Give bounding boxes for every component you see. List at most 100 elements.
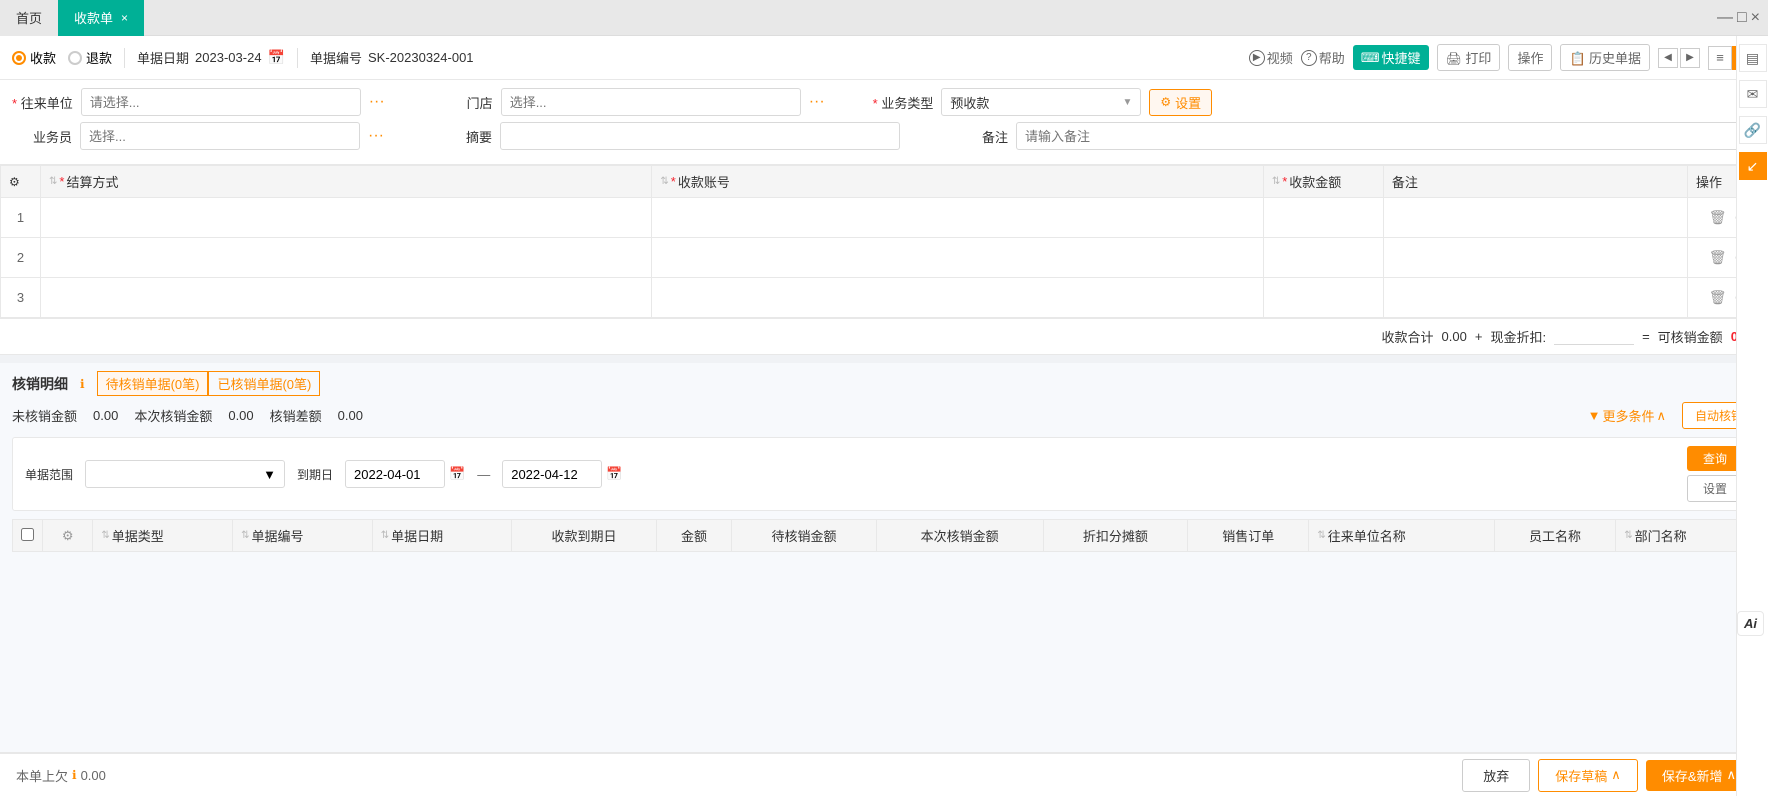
sidebar-edit-icon[interactable]: ↙ (1739, 152, 1767, 180)
print-button[interactable]: 🖨 打印 (1437, 44, 1501, 71)
maximize-button[interactable]: □ (1737, 9, 1747, 27)
sidebar-link-icon[interactable]: 🔗 (1739, 116, 1767, 144)
current-value: 0.00 (228, 408, 253, 423)
help-link[interactable]: ? 帮助 (1301, 48, 1345, 67)
ai-badge[interactable]: Ai (1737, 611, 1764, 636)
video-link[interactable]: ▶ 视频 (1249, 48, 1293, 67)
store-more-icon[interactable]: ··· (809, 93, 825, 111)
unverified-value: 0.00 (93, 408, 118, 423)
type-radio-group: 收款 退款 (12, 48, 112, 67)
summary-input[interactable] (500, 122, 900, 150)
ops-button[interactable]: 操作 (1508, 44, 1552, 71)
tab-shoukuan[interactable]: 收款单 × (58, 0, 144, 36)
sidebar-table-icon[interactable]: ▤ (1739, 44, 1767, 72)
cell-amount-3[interactable] (1263, 278, 1383, 318)
tab-done[interactable]: 已核销单据(0笔) (208, 371, 320, 396)
settings-button[interactable]: ⚙ 设置 (1149, 89, 1212, 116)
remark-label: 备注 (948, 127, 1008, 146)
doc-date-value: 2023-03-24 (195, 50, 262, 65)
store-input[interactable] (501, 88, 801, 116)
right-sidebar: ▤ ✉ 🔗 ↙ (1736, 36, 1768, 796)
save-draft-button[interactable]: 保存草稿 ∧ (1538, 759, 1638, 792)
doc-info: 单据日期 2023-03-24 📅 (137, 48, 285, 67)
bottom-info-icon[interactable]: ℹ (72, 768, 77, 782)
list-view-btn[interactable]: ≡ (1708, 46, 1732, 70)
section-divider (0, 355, 1768, 363)
sort-icon3: ⇅ (1272, 176, 1280, 187)
form-row-2: 业务员 ··· 摘要 备注 (12, 122, 1756, 150)
query-button[interactable]: 查询 (1687, 446, 1743, 471)
cell-settlement-1[interactable] (41, 198, 652, 238)
net-label: 可核销金额 (1658, 327, 1723, 346)
date-from-wrap: 📅 (345, 460, 465, 488)
row-num-3: 3 (1, 278, 41, 318)
th-pending-amount: 待核销金额 (732, 520, 876, 552)
equals-sign: = (1642, 329, 1650, 344)
date-to-input[interactable] (502, 460, 602, 488)
minimize-button[interactable]: — (1717, 9, 1733, 27)
verify-table: ⚙ ⇅单据类型 ⇅单据编号 ⇅单据日期 收款到期日 金额 待核销金额 本次核销金… (12, 519, 1756, 552)
staff-input[interactable] (80, 122, 360, 150)
cell-remark-3[interactable] (1383, 278, 1687, 318)
tab-pending[interactable]: 待核销单据(0笔) (97, 371, 209, 396)
verify-info-icon[interactable]: ℹ (80, 377, 85, 391)
radio-tuikuan-label: 退款 (86, 48, 112, 67)
discount-label: 现金折扣: (1490, 327, 1546, 346)
th-sales-order: 销售订单 (1188, 520, 1309, 552)
cell-amount-1[interactable] (1263, 198, 1383, 238)
cell-account-2[interactable] (652, 238, 1263, 278)
ai-label: Ai (1744, 616, 1757, 631)
th-gear[interactable]: ⚙ (43, 520, 93, 552)
date-from-input[interactable] (345, 460, 445, 488)
cell-amount-2[interactable] (1263, 238, 1383, 278)
history-button[interactable]: 📋 历史单据 (1560, 44, 1650, 71)
date-to-wrap: 📅 (502, 460, 622, 488)
diff-label: 核销差额 (270, 406, 322, 425)
next-arrow[interactable]: ▶ (1680, 48, 1700, 68)
delete-row-3-button[interactable]: 🗑 (1707, 287, 1729, 308)
discount-input[interactable] (1554, 329, 1634, 345)
select-all-checkbox[interactable] (21, 528, 34, 541)
total-label: 收款合计 (1382, 327, 1434, 346)
shortcut-button[interactable]: ⌨ 快捷键 (1353, 45, 1429, 70)
table-settings-col[interactable]: ⚙ (1, 166, 41, 198)
tab-close-icon[interactable]: × (121, 11, 128, 25)
radio-shoukuan-dot (12, 51, 26, 65)
th-amount: ⇅ * 收款金额 (1263, 166, 1383, 198)
date-to-cal-icon[interactable]: 📅 (606, 466, 622, 482)
query-range-select[interactable]: ▼ (85, 460, 285, 488)
biz-type-select[interactable]: 预收款 ▼ (941, 88, 1141, 116)
counterpart-more-icon[interactable]: ··· (369, 93, 385, 111)
table-row: 1 🗑 ⊕ (1, 198, 1768, 238)
tab-home[interactable]: 首页 (0, 0, 58, 36)
abandon-button[interactable]: 放弃 (1462, 759, 1530, 792)
summary-row: 收款合计 0.00 + 现金折扣: = 可核销金额 0.00 (0, 318, 1768, 355)
remark-input[interactable] (1016, 122, 1756, 150)
unverified-label: 未核销金额 (12, 406, 77, 425)
radio-tuikuan[interactable]: 退款 (68, 48, 112, 67)
cell-settlement-3[interactable] (41, 278, 652, 318)
date-from-cal-icon[interactable]: 📅 (449, 466, 465, 482)
cell-account-3[interactable] (652, 278, 1263, 318)
th-checkbox[interactable] (13, 520, 43, 552)
calendar-icon[interactable]: 📅 (268, 49, 285, 66)
form-section: * 往来单位 ··· 门店 ··· * 业务类型 预收款 ▼ ⚙ 设置 业务员 (0, 80, 1768, 165)
verify-settings-button[interactable]: 设置 (1687, 475, 1743, 502)
prev-arrow[interactable]: ◀ (1658, 48, 1678, 68)
table-row: 3 🗑 ⊕ (1, 278, 1768, 318)
delete-row-2-button[interactable]: 🗑 (1707, 247, 1729, 268)
sidebar-mail-icon[interactable]: ✉ (1739, 80, 1767, 108)
staff-more-icon[interactable]: ··· (368, 127, 384, 145)
cell-settlement-2[interactable] (41, 238, 652, 278)
tab-home-label: 首页 (16, 8, 42, 27)
cell-remark-1[interactable] (1383, 198, 1687, 238)
delete-row-1-button[interactable]: 🗑 (1707, 207, 1729, 228)
filter-btn[interactable]: ▼ 更多条件 ∧ (1588, 406, 1666, 425)
th-settlement: ⇅ * 结算方式 (41, 166, 652, 198)
cell-remark-2[interactable] (1383, 238, 1687, 278)
counterpart-input[interactable] (81, 88, 361, 116)
radio-shoukuan[interactable]: 收款 (12, 48, 56, 67)
close-button[interactable]: × (1751, 9, 1760, 27)
th-staff-name: 员工名称 (1494, 520, 1615, 552)
cell-account-1[interactable] (652, 198, 1263, 238)
